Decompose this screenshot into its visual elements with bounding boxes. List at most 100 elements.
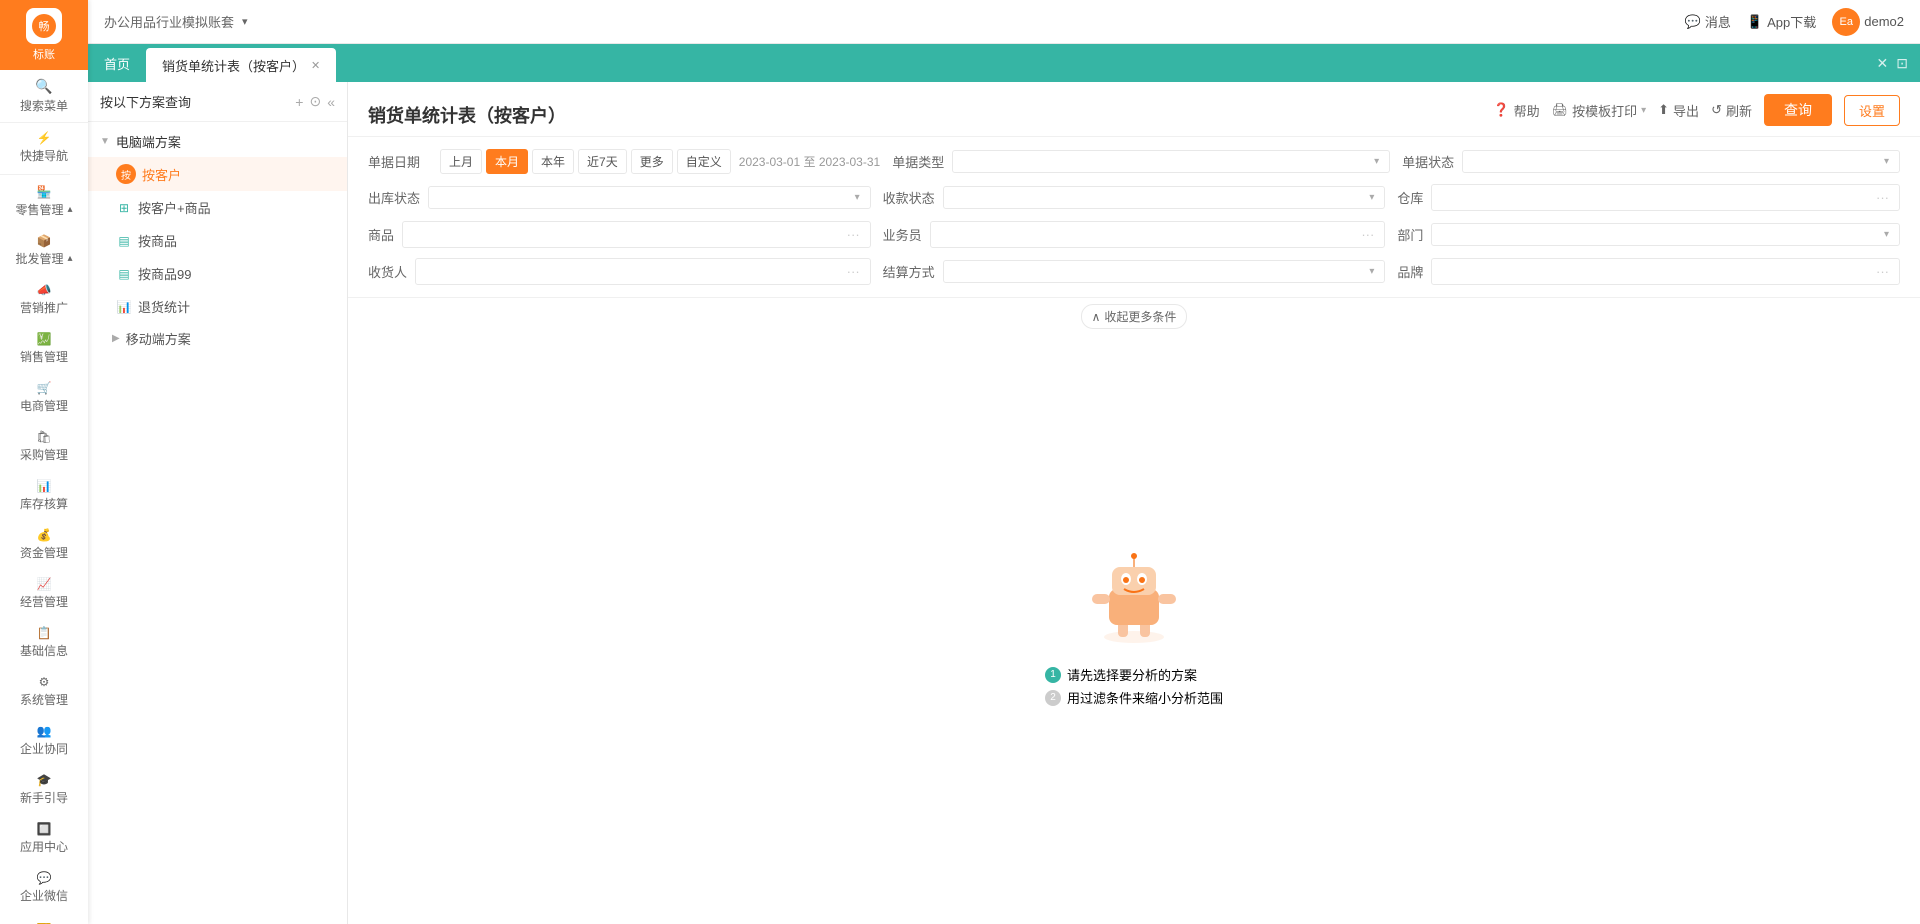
order-type-dropdown-icon: ▾ bbox=[1374, 156, 1379, 167]
sidebar-item-系统管理[interactable]: ⚙ 系统管理 bbox=[0, 667, 88, 716]
window-close-icon[interactable]: ✕ bbox=[1877, 55, 1889, 72]
scheme-item-icon-goods: ▤ bbox=[116, 233, 132, 249]
empty-step-1-text: 请先选择要分析的方案 bbox=[1067, 665, 1197, 684]
tab-sales-stats-label: 销货单统计表（按客户） bbox=[162, 56, 305, 75]
app-download-button[interactable]: 📱 App下载 bbox=[1747, 12, 1816, 31]
right-panel: 销货单统计表（按客户） ❓ 帮助 🖨 按模板打印 ▾ ⬆ 导出 bbox=[348, 82, 1920, 924]
tab-sales-stats[interactable]: 销货单统计表（按客户） ✕ bbox=[146, 48, 336, 82]
sidebar-item-新手引导[interactable]: 🎓 新手引导 bbox=[0, 765, 88, 814]
order-status-select[interactable]: ▾ bbox=[1462, 150, 1900, 173]
tab-home-label: 首页 bbox=[104, 54, 130, 73]
page-header: 销货单统计表（按客户） ❓ 帮助 🖨 按模板打印 ▾ ⬆ 导出 bbox=[348, 82, 1920, 137]
message-label: 消息 bbox=[1705, 12, 1731, 31]
warehouse-input[interactable]: ··· bbox=[1431, 184, 1900, 211]
settlement-select[interactable]: ▾ bbox=[943, 260, 1386, 283]
scheme-item-icon-return: 📊 bbox=[116, 299, 132, 315]
goods-label: 商品 bbox=[368, 225, 394, 244]
refresh-icon: ↺ bbox=[1711, 102, 1722, 118]
window-maximize-icon[interactable]: ⊡ bbox=[1896, 55, 1908, 72]
date-filter-label: 单据日期 bbox=[368, 152, 428, 171]
brand-more-icon: ··· bbox=[1876, 264, 1889, 279]
main-area: 办公用品行业模拟账套 ▾ 💬 消息 📱 App下载 Ea demo2 首页 bbox=[88, 0, 1920, 924]
stock-out-select[interactable]: ▾ bbox=[428, 186, 871, 209]
sidebar-item-销售管理[interactable]: 💹 销售管理 bbox=[0, 324, 88, 373]
topbar: 办公用品行业模拟账套 ▾ 💬 消息 📱 App下载 Ea demo2 bbox=[88, 0, 1920, 44]
tabs-bar: 首页 销货单统计表（按客户） ✕ ✕ ⊡ bbox=[88, 44, 1920, 82]
brand-input[interactable]: ··· bbox=[1431, 258, 1900, 285]
sidebar-item-经营管理[interactable]: 📈 经营管理 bbox=[0, 569, 88, 618]
sidebar-item-库存核算[interactable]: 📊 库存核算 bbox=[0, 471, 88, 520]
sidebar-search[interactable]: 🔍 搜索菜单 bbox=[0, 70, 88, 123]
industry-label: 办公用品行业模拟账套 bbox=[104, 12, 234, 31]
order-type-label: 单据类型 bbox=[892, 152, 944, 171]
department-dropdown-icon: ▾ bbox=[1884, 229, 1889, 240]
sidebar-item-应用中心[interactable]: 🔲 应用中心 bbox=[0, 814, 88, 863]
salesperson-input[interactable]: ··· bbox=[930, 221, 1386, 248]
template-print-button[interactable]: 🖨 按模板打印 ▾ bbox=[1552, 101, 1647, 130]
filter-row-2: 出库状态 ▾ 收款状态 ▾ 仓库 bbox=[368, 184, 1900, 211]
template-print-dropdown-icon: ▾ bbox=[1641, 105, 1646, 116]
user-menu[interactable]: Ea demo2 bbox=[1832, 8, 1904, 36]
goods-input[interactable]: ··· bbox=[402, 221, 871, 248]
mobile-scheme-group[interactable]: ▶ 移动端方案 bbox=[88, 323, 347, 354]
desktop-group-arrow: ▼ bbox=[100, 136, 110, 147]
sidebar-item-基础信息[interactable]: 📋 基础信息 bbox=[0, 618, 88, 667]
help-button[interactable]: ❓ 帮助 bbox=[1493, 101, 1539, 130]
date-buttons: 上月 本月 本年 近7天 更多 自定义 2023-03-01 至 2023-03… bbox=[440, 149, 880, 174]
receiver-more-icon: ··· bbox=[847, 264, 860, 279]
desktop-group-label: 电脑端方案 bbox=[116, 132, 181, 151]
order-type-select[interactable]: ▾ bbox=[952, 150, 1390, 173]
collapse-button[interactable]: ∧ 收起更多条件 bbox=[1081, 304, 1188, 329]
stock-out-dropdown-icon: ▾ bbox=[855, 192, 860, 203]
sidebar-item-电商管理[interactable]: 🛒 电商管理 bbox=[0, 373, 88, 422]
scheme-item-goods99[interactable]: ▤ 按商品99 bbox=[88, 257, 347, 290]
filter-row-3: 商品 ··· 业务员 ··· 部门 bbox=[368, 221, 1900, 248]
sidebar-item-快捷导航[interactable]: ⚡ 快捷导航 bbox=[0, 123, 88, 172]
scheme-item-customer-goods[interactable]: ⊞ 按客户+商品 bbox=[88, 191, 347, 224]
desktop-scheme-group[interactable]: ▼ 电脑端方案 bbox=[88, 126, 347, 157]
sidebar-item-批发管理[interactable]: 📦 批发管理▴ bbox=[0, 226, 88, 275]
date-btn-custom[interactable]: 自定义 bbox=[677, 149, 731, 174]
payment-select[interactable]: ▾ bbox=[943, 186, 1386, 209]
printer-icon: 🖨 bbox=[1552, 102, 1569, 118]
sidebar-item-企业微信[interactable]: 💬 企业微信 bbox=[0, 863, 88, 912]
scheme-item-return-stats[interactable]: 📊 退货统计 bbox=[88, 290, 347, 323]
date-btn-last-month[interactable]: 上月 bbox=[440, 149, 482, 174]
sidebar-item-畅会员[interactable]: 🎫 畅会员 bbox=[0, 912, 88, 924]
help-icon: ❓ bbox=[1493, 102, 1509, 118]
date-btn-this-month[interactable]: 本月 bbox=[486, 149, 528, 174]
department-select[interactable]: ▾ bbox=[1431, 223, 1900, 246]
date-btn-7days[interactable]: 近7天 bbox=[578, 149, 627, 174]
add-scheme-icon[interactable]: + bbox=[295, 94, 303, 110]
sidebar-item-企业协同[interactable]: 👥 企业协同 bbox=[0, 716, 88, 765]
date-btn-more[interactable]: 更多 bbox=[631, 149, 673, 174]
sidebar-item-资金管理[interactable]: 💰 资金管理 bbox=[0, 520, 88, 569]
topbar-right: 💬 消息 📱 App下载 Ea demo2 bbox=[1685, 8, 1904, 36]
export-button[interactable]: ⬆ 导出 bbox=[1658, 101, 1699, 130]
scheme-item-goods[interactable]: ▤ 按商品 bbox=[88, 224, 347, 257]
filter-row-1: 单据日期 上月 本月 本年 近7天 更多 自定义 2023-03-01 至 20… bbox=[368, 149, 1900, 174]
settings-button[interactable]: 设置 bbox=[1844, 95, 1900, 126]
salesperson-more-icon: ··· bbox=[1361, 227, 1374, 242]
app-logo[interactable]: 畅 标账 bbox=[0, 0, 88, 70]
content-area: 按以下方案查询 + ⊙ « ▼ 电脑端方案 按 按客户 bbox=[88, 82, 1920, 924]
sidebar-item-采购管理[interactable]: 🛍 采购管理 bbox=[0, 422, 88, 471]
receiver-input[interactable]: ··· bbox=[415, 258, 871, 285]
collapse-panel-icon[interactable]: « bbox=[327, 94, 335, 110]
scheme-item-by-customer[interactable]: 按 按客户 bbox=[88, 157, 347, 191]
sidebar-item-零售管理[interactable]: 🏪 零售管理▴ bbox=[0, 177, 88, 226]
collapse-row: ∧ 收起更多条件 bbox=[348, 297, 1920, 335]
left-panel-actions: + ⊙ « bbox=[295, 93, 335, 110]
refresh-button[interactable]: ↺ 刷新 bbox=[1711, 101, 1752, 130]
tab-home[interactable]: 首页 bbox=[88, 44, 146, 82]
settings-scheme-icon[interactable]: ⊙ bbox=[309, 93, 321, 110]
empty-state: 1 请先选择要分析的方案 2 用过滤条件来缩小分析范围 bbox=[348, 335, 1920, 924]
query-button[interactable]: 查询 bbox=[1764, 94, 1832, 126]
user-name-label: demo2 bbox=[1864, 14, 1904, 29]
sidebar-item-营销推广[interactable]: 📣 营销推广 bbox=[0, 275, 88, 324]
date-btn-this-year[interactable]: 本年 bbox=[532, 149, 574, 174]
industry-dropdown-icon[interactable]: ▾ bbox=[242, 15, 248, 28]
tab-close-icon[interactable]: ✕ bbox=[311, 59, 320, 72]
message-button[interactable]: 💬 消息 bbox=[1685, 12, 1731, 31]
sidebar: 畅 标账 🔍 搜索菜单 ⚡ 快捷导航 🏪 零售管理▴ 📦 批发管理▴ 📣 营销推… bbox=[0, 0, 88, 924]
